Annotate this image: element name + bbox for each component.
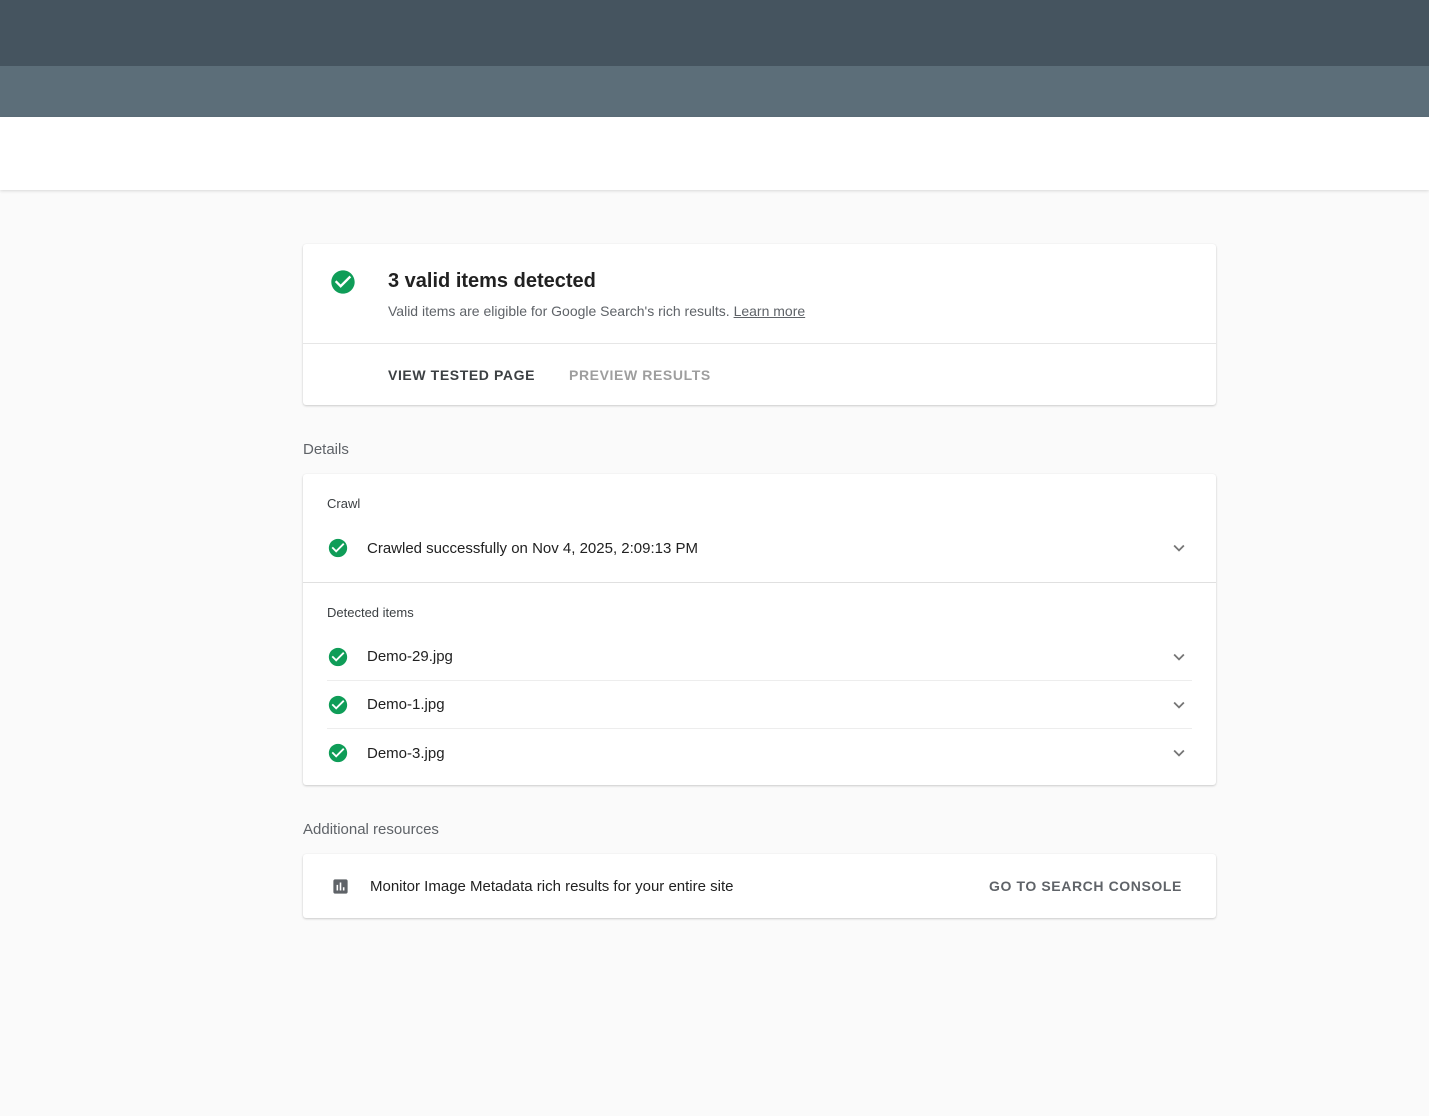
summary-title: 3 valid items detected (388, 268, 805, 294)
crawl-status-text: Crawled successfully on Nov 4, 2025, 2:0… (367, 540, 698, 557)
chevron-down-icon[interactable] (1166, 740, 1192, 766)
bar-chart-icon (331, 877, 350, 896)
header-subheader-bar (0, 117, 1429, 190)
detected-item-row[interactable]: Demo-3.jpg (327, 729, 1192, 777)
crawl-label: Crawl (327, 496, 1192, 512)
details-card: Crawl Crawled successfully on Nov 4, 202… (303, 474, 1216, 785)
crawl-section: Crawl Crawled successfully on Nov 4, 202… (303, 474, 1216, 582)
crawl-check-icon (327, 537, 349, 559)
detected-item-name: Demo-3.jpg (367, 745, 445, 762)
valid-check-icon (329, 268, 357, 296)
resource-row: Monitor Image Metadata rich results for … (303, 854, 1216, 918)
chevron-down-icon[interactable] (1166, 535, 1192, 561)
go-to-search-console-link[interactable]: GO TO SEARCH CONSOLE (981, 870, 1190, 902)
summary-card: 3 valid items detected Valid items are e… (303, 244, 1216, 405)
item-check-icon (327, 694, 349, 716)
learn-more-link[interactable]: Learn more (734, 303, 806, 319)
resource-label: Monitor Image Metadata rich results for … (370, 878, 734, 895)
detected-item-row[interactable]: Demo-29.jpg (327, 633, 1192, 681)
chevron-down-icon[interactable] (1166, 692, 1192, 718)
item-check-icon (327, 742, 349, 764)
header-dark-bar (0, 0, 1429, 66)
summary-actions: VIEW TESTED PAGE PREVIEW RESULTS (303, 343, 1216, 405)
detected-item-name: Demo-29.jpg (367, 648, 453, 665)
resources-card: Monitor Image Metadata rich results for … (303, 854, 1216, 918)
detected-item-name: Demo-1.jpg (367, 696, 445, 713)
detected-items-section: Detected items Demo-29.jpg Demo-1.jpg (303, 583, 1216, 785)
summary-subtitle: Valid items are eligible for Google Sear… (388, 301, 805, 321)
preview-results-button[interactable]: PREVIEW RESULTS (561, 359, 719, 391)
view-tested-page-button[interactable]: VIEW TESTED PAGE (380, 359, 543, 391)
additional-resources-heading: Additional resources (303, 821, 1216, 838)
app-header (0, 0, 1429, 190)
crawl-status-row[interactable]: Crawled successfully on Nov 4, 2025, 2:0… (327, 524, 1192, 572)
details-heading: Details (303, 441, 1216, 458)
summary-subtitle-text: Valid items are eligible for Google Sear… (388, 303, 730, 319)
header-toolbar-bar (0, 66, 1429, 117)
detected-item-row[interactable]: Demo-1.jpg (327, 681, 1192, 729)
summary-text: 3 valid items detected Valid items are e… (388, 268, 805, 321)
results-content: 3 valid items detected Valid items are e… (0, 190, 1216, 918)
chevron-down-icon[interactable] (1166, 644, 1192, 670)
summary-top: 3 valid items detected Valid items are e… (303, 244, 1216, 343)
item-check-icon (327, 646, 349, 668)
detected-items-label: Detected items (327, 605, 1192, 621)
